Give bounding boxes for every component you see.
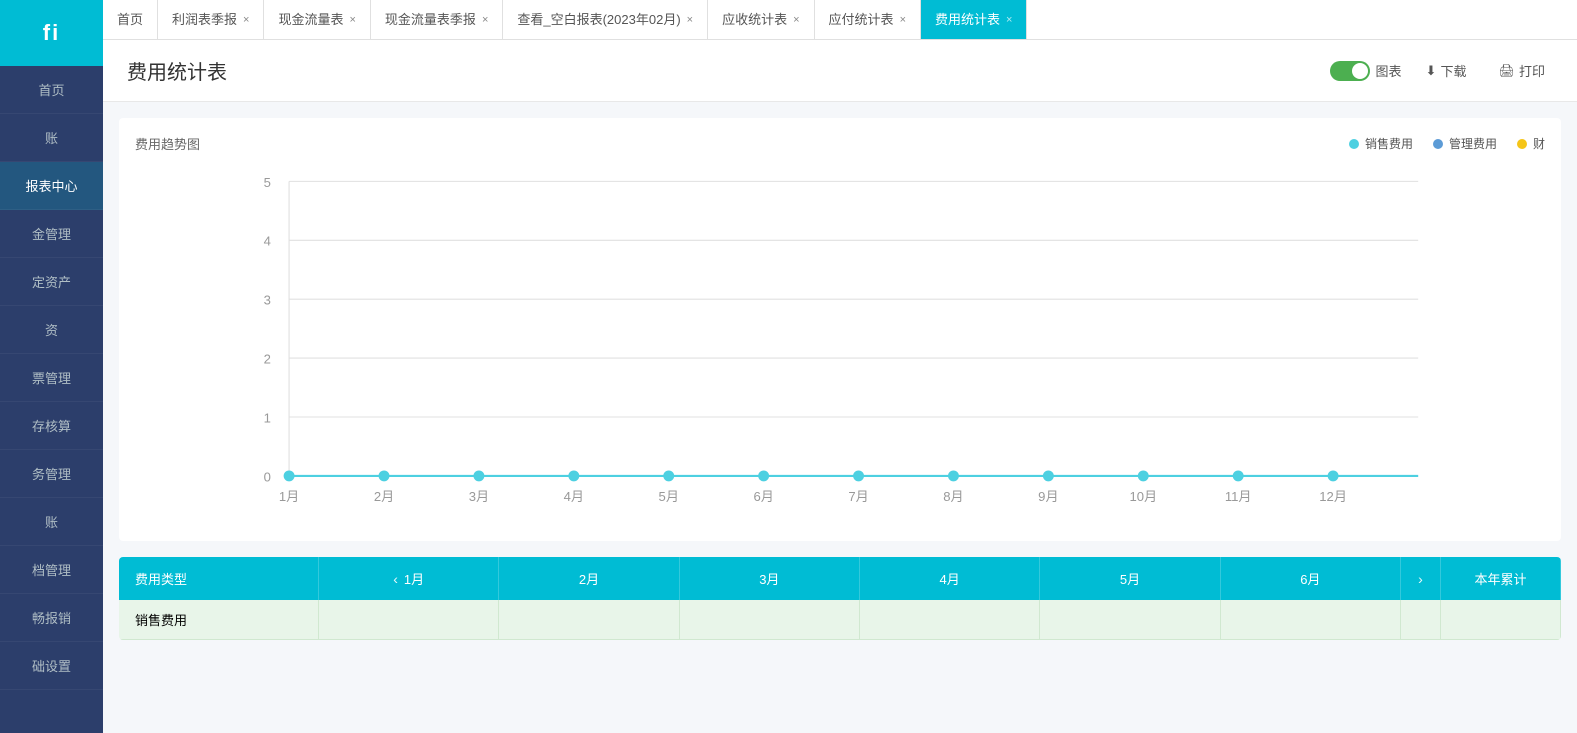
th-type: 费用类型 bbox=[119, 557, 319, 600]
tab-blank-report[interactable]: 查看_空白报表(2023年02月) × bbox=[503, 0, 708, 40]
chart-legend: 销售费用 管理费用 财 bbox=[1349, 135, 1545, 152]
th-year-total: 本年累计 bbox=[1441, 557, 1561, 600]
sidebar-item-archive[interactable]: 档管理 bbox=[0, 546, 103, 594]
sidebar-item-account[interactable]: 账 bbox=[0, 114, 103, 162]
legend-dot-sales bbox=[1349, 139, 1359, 149]
chart-toggle[interactable] bbox=[1330, 61, 1370, 81]
svg-text:11月: 11月 bbox=[1225, 489, 1252, 504]
sidebar: fi 首页 账 报表中心 金管理 定资产 资 票管理 存核算 务管理 账 档管理… bbox=[0, 0, 103, 733]
page-header: 费用统计表 图表 ⬇ 下载 🖨 打印 bbox=[103, 40, 1577, 102]
td-val-3 bbox=[680, 600, 860, 639]
svg-text:5月: 5月 bbox=[659, 489, 679, 504]
chart-toggle-label: 图表 bbox=[1330, 61, 1402, 81]
close-tab-cashflow[interactable]: × bbox=[349, 0, 355, 40]
svg-text:8月: 8月 bbox=[943, 489, 963, 504]
close-tab-expense-stats[interactable]: × bbox=[1006, 0, 1012, 40]
legend-finance: 财 bbox=[1517, 135, 1545, 152]
table-section: 费用类型 ‹ 1月 2月 3月 4月 5月 bbox=[119, 557, 1561, 640]
td-type: 销售费用 bbox=[119, 600, 319, 639]
svg-text:12月: 12月 bbox=[1319, 489, 1347, 504]
page-content: 费用统计表 图表 ⬇ 下载 🖨 打印 费用趋势图 bbox=[103, 40, 1577, 733]
svg-text:4月: 4月 bbox=[564, 489, 584, 504]
svg-text:4: 4 bbox=[264, 234, 271, 249]
td-val-2 bbox=[499, 600, 679, 639]
svg-text:3月: 3月 bbox=[469, 489, 489, 504]
chart-svg: 5 4 3 2 1 0 bbox=[135, 165, 1545, 525]
svg-text:3: 3 bbox=[264, 293, 271, 308]
close-tab-payable[interactable]: × bbox=[900, 0, 906, 40]
close-tab-receivable[interactable]: × bbox=[793, 0, 799, 40]
th-month-2: 2月 bbox=[499, 557, 679, 600]
tab-receivable[interactable]: 应收统计表 × bbox=[708, 0, 814, 40]
sidebar-item-home[interactable]: 首页 bbox=[0, 66, 103, 114]
sidebar-item-settings[interactable]: 础设置 bbox=[0, 642, 103, 690]
sidebar-item-finance[interactable]: 金管理 bbox=[0, 210, 103, 258]
print-button[interactable]: 🖨 打印 bbox=[1490, 57, 1553, 84]
logo: fi bbox=[0, 0, 103, 66]
print-icon: 🖨 bbox=[1498, 63, 1515, 79]
sidebar-item-capital[interactable]: 资 bbox=[0, 306, 103, 354]
th-prev-arrow[interactable]: ‹ 1月 bbox=[319, 557, 499, 600]
close-tab-cashflow-quarterly[interactable]: × bbox=[482, 0, 488, 40]
next-arrow-icon[interactable]: › bbox=[1418, 571, 1423, 587]
tab-cashflow-quarterly[interactable]: 现金流量表季报 × bbox=[371, 0, 503, 40]
svg-text:1月: 1月 bbox=[279, 489, 299, 504]
legend-dot-finance bbox=[1517, 139, 1527, 149]
td-val-4 bbox=[860, 600, 1040, 639]
tab-home[interactable]: 首页 bbox=[103, 0, 158, 40]
sidebar-item-inventory[interactable]: 存核算 bbox=[0, 402, 103, 450]
td-val-1 bbox=[319, 600, 499, 639]
svg-text:5: 5 bbox=[264, 175, 271, 190]
download-button[interactable]: ⬇ 下载 bbox=[1418, 57, 1475, 84]
page-title: 费用统计表 bbox=[127, 56, 227, 85]
td-val-5 bbox=[1040, 600, 1220, 639]
td-val-arrow bbox=[1401, 600, 1441, 639]
sidebar-item-invoice[interactable]: 票管理 bbox=[0, 354, 103, 402]
chart-title: 费用趋势图 bbox=[135, 134, 200, 153]
td-val-6 bbox=[1221, 600, 1401, 639]
sidebar-item-reports[interactable]: 报表中心 bbox=[0, 162, 103, 210]
chart-header: 费用趋势图 销售费用 管理费用 财 bbox=[135, 134, 1545, 153]
legend-sales: 销售费用 bbox=[1349, 135, 1413, 152]
prev-arrow-icon[interactable]: ‹ bbox=[393, 571, 398, 587]
sidebar-item-expense[interactable]: 畅报销 bbox=[0, 594, 103, 642]
th-month-3: 3月 bbox=[680, 557, 860, 600]
tab-expense-stats[interactable]: 费用统计表 × bbox=[921, 0, 1027, 40]
tab-cashflow[interactable]: 现金流量表 × bbox=[264, 0, 370, 40]
chart-container: 5 4 3 2 1 0 bbox=[135, 165, 1545, 525]
svg-text:0: 0 bbox=[264, 469, 271, 484]
sidebar-item-service[interactable]: 务管理 bbox=[0, 450, 103, 498]
th-month-5: 5月 bbox=[1040, 557, 1220, 600]
svg-text:7月: 7月 bbox=[848, 489, 868, 504]
th-next-arrow[interactable]: › bbox=[1401, 557, 1441, 600]
td-year-total bbox=[1441, 600, 1561, 639]
svg-text:1: 1 bbox=[264, 410, 271, 425]
tab-payable[interactable]: 应付统计表 × bbox=[815, 0, 921, 40]
main-area: 首页 利润表季报 × 现金流量表 × 现金流量表季报 × 查看_空白报表(202… bbox=[103, 0, 1577, 733]
svg-text:2: 2 bbox=[264, 352, 271, 367]
tab-profit-quarterly[interactable]: 利润表季报 × bbox=[158, 0, 264, 40]
chart-section: 费用趋势图 销售费用 管理费用 财 bbox=[119, 118, 1561, 541]
table-row: 销售费用 bbox=[119, 600, 1561, 640]
legend-dot-management bbox=[1433, 139, 1443, 149]
th-month-6: 6月 bbox=[1221, 557, 1401, 600]
close-tab-profit-quarterly[interactable]: × bbox=[243, 0, 249, 40]
table-header: 费用类型 ‹ 1月 2月 3月 4月 5月 bbox=[119, 557, 1561, 600]
svg-text:10月: 10月 bbox=[1129, 489, 1157, 504]
th-month-4: 4月 bbox=[860, 557, 1040, 600]
sidebar-item-ledger[interactable]: 账 bbox=[0, 498, 103, 546]
legend-management: 管理费用 bbox=[1433, 135, 1497, 152]
close-tab-blank-report[interactable]: × bbox=[687, 0, 693, 40]
tab-bar: 首页 利润表季报 × 现金流量表 × 现金流量表季报 × 查看_空白报表(202… bbox=[103, 0, 1577, 40]
sidebar-item-assets[interactable]: 定资产 bbox=[0, 258, 103, 306]
svg-text:9月: 9月 bbox=[1038, 489, 1058, 504]
header-actions: 图表 ⬇ 下载 🖨 打印 bbox=[1330, 57, 1553, 84]
svg-text:6月: 6月 bbox=[753, 489, 773, 504]
download-icon: ⬇ bbox=[1426, 63, 1437, 79]
svg-text:2月: 2月 bbox=[374, 489, 394, 504]
